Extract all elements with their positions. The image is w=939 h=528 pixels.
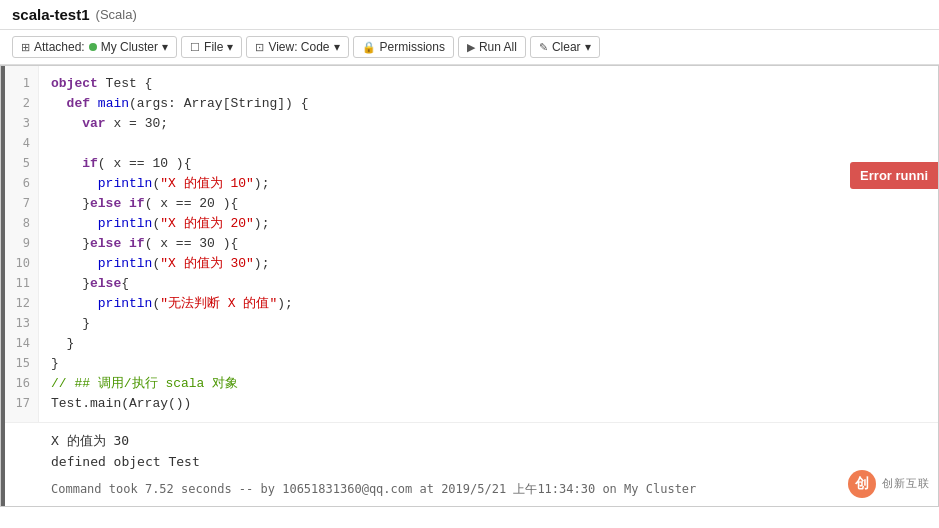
code-editor[interactable]: object Test { def main(args: Array[Strin… [39, 66, 938, 422]
attached-icon: ⊞ [21, 41, 30, 54]
permissions-label: Permissions [380, 40, 445, 54]
line-number: 13 [1, 314, 38, 334]
page-container: scala-test1 (Scala) ⊞ Attached: My Clust… [0, 0, 939, 528]
notebook-name: scala-test1 [12, 6, 90, 23]
toolbar: ⊞ Attached: My Cluster ▾ ☐ File ▾ ⊡ View… [0, 30, 939, 65]
code-line: }else if( x == 30 ){ [51, 234, 926, 254]
view-label: View: Code [268, 40, 329, 54]
watermark: 创 创新互联 [848, 470, 930, 498]
run-icon: ▶ [467, 41, 475, 54]
line-number: 5 [1, 154, 38, 174]
code-cell: 1234567891011121314151617 object Test { … [1, 66, 938, 423]
line-number: 2 [1, 94, 38, 114]
code-line: } [51, 354, 926, 374]
code-line: // ## 调用/执行 scala 对象 [51, 374, 926, 394]
watermark-icon: 创 [848, 470, 876, 498]
watermark-text: 创新互联 [882, 476, 930, 491]
output-line: X 的值为 30 [51, 431, 926, 452]
output-area: X 的值为 30defined object Test [1, 423, 938, 477]
chevron-down-icon: ▾ [162, 40, 168, 54]
clear-chevron-icon: ▾ [585, 40, 591, 54]
code-line: println("X 的值为 30"); [51, 254, 926, 274]
view-icon: ⊡ [255, 41, 264, 54]
notebook-wrapper: 1234567891011121314151617 object Test { … [0, 65, 939, 507]
code-line: if( x == 10 ){ [51, 154, 926, 174]
line-number: 7 [1, 194, 38, 214]
permissions-button[interactable]: 🔒 Permissions [353, 36, 454, 58]
attached-label: Attached: [34, 40, 85, 54]
line-number: 10 [1, 254, 38, 274]
clear-label: Clear [552, 40, 581, 54]
code-line: } [51, 314, 926, 334]
run-all-button[interactable]: ▶ Run All [458, 36, 526, 58]
line-number: 14 [1, 334, 38, 354]
code-line: println("无法判断 X 的值"); [51, 294, 926, 314]
attached-button[interactable]: ⊞ Attached: My Cluster ▾ [12, 36, 177, 58]
file-label: File [204, 40, 223, 54]
code-line: }else{ [51, 274, 926, 294]
code-line: }else if( x == 20 ){ [51, 194, 926, 214]
code-line: } [51, 334, 926, 354]
notebook-lang: (Scala) [96, 7, 137, 22]
file-button[interactable]: ☐ File ▾ [181, 36, 242, 58]
line-numbers: 1234567891011121314151617 [1, 66, 39, 422]
file-icon: ☐ [190, 41, 200, 54]
line-number: 3 [1, 114, 38, 134]
line-number: 12 [1, 294, 38, 314]
line-number: 1 [1, 74, 38, 94]
clear-button[interactable]: ✎ Clear ▾ [530, 36, 600, 58]
line-number: 4 [1, 134, 38, 154]
cluster-name: My Cluster [101, 40, 158, 54]
command-info: Command took 7.52 seconds -- by 10651831… [1, 477, 938, 506]
code-line: println("X 的值为 20"); [51, 214, 926, 234]
code-line: println("X 的值为 10"); [51, 174, 926, 194]
code-line: Test.main(Array()) [51, 394, 926, 414]
view-button[interactable]: ⊡ View: Code ▾ [246, 36, 348, 58]
output-line: defined object Test [51, 452, 926, 473]
line-number: 9 [1, 234, 38, 254]
run-all-label: Run All [479, 40, 517, 54]
line-number: 15 [1, 354, 38, 374]
view-chevron-icon: ▾ [334, 40, 340, 54]
line-number: 17 [1, 394, 38, 414]
code-line [51, 134, 926, 154]
file-chevron-icon: ▾ [227, 40, 233, 54]
line-number: 11 [1, 274, 38, 294]
lock-icon: 🔒 [362, 41, 376, 54]
code-line: def main(args: Array[String]) { [51, 94, 926, 114]
code-line: object Test { [51, 74, 926, 94]
line-number: 8 [1, 214, 38, 234]
clear-icon: ✎ [539, 41, 548, 54]
line-number: 6 [1, 174, 38, 194]
left-indicator [1, 66, 5, 506]
cluster-status-dot [89, 43, 97, 51]
code-line: var x = 30; [51, 114, 926, 134]
error-banner: Error runni [850, 162, 938, 189]
line-number: 16 [1, 374, 38, 394]
title-bar: scala-test1 (Scala) [0, 0, 939, 30]
